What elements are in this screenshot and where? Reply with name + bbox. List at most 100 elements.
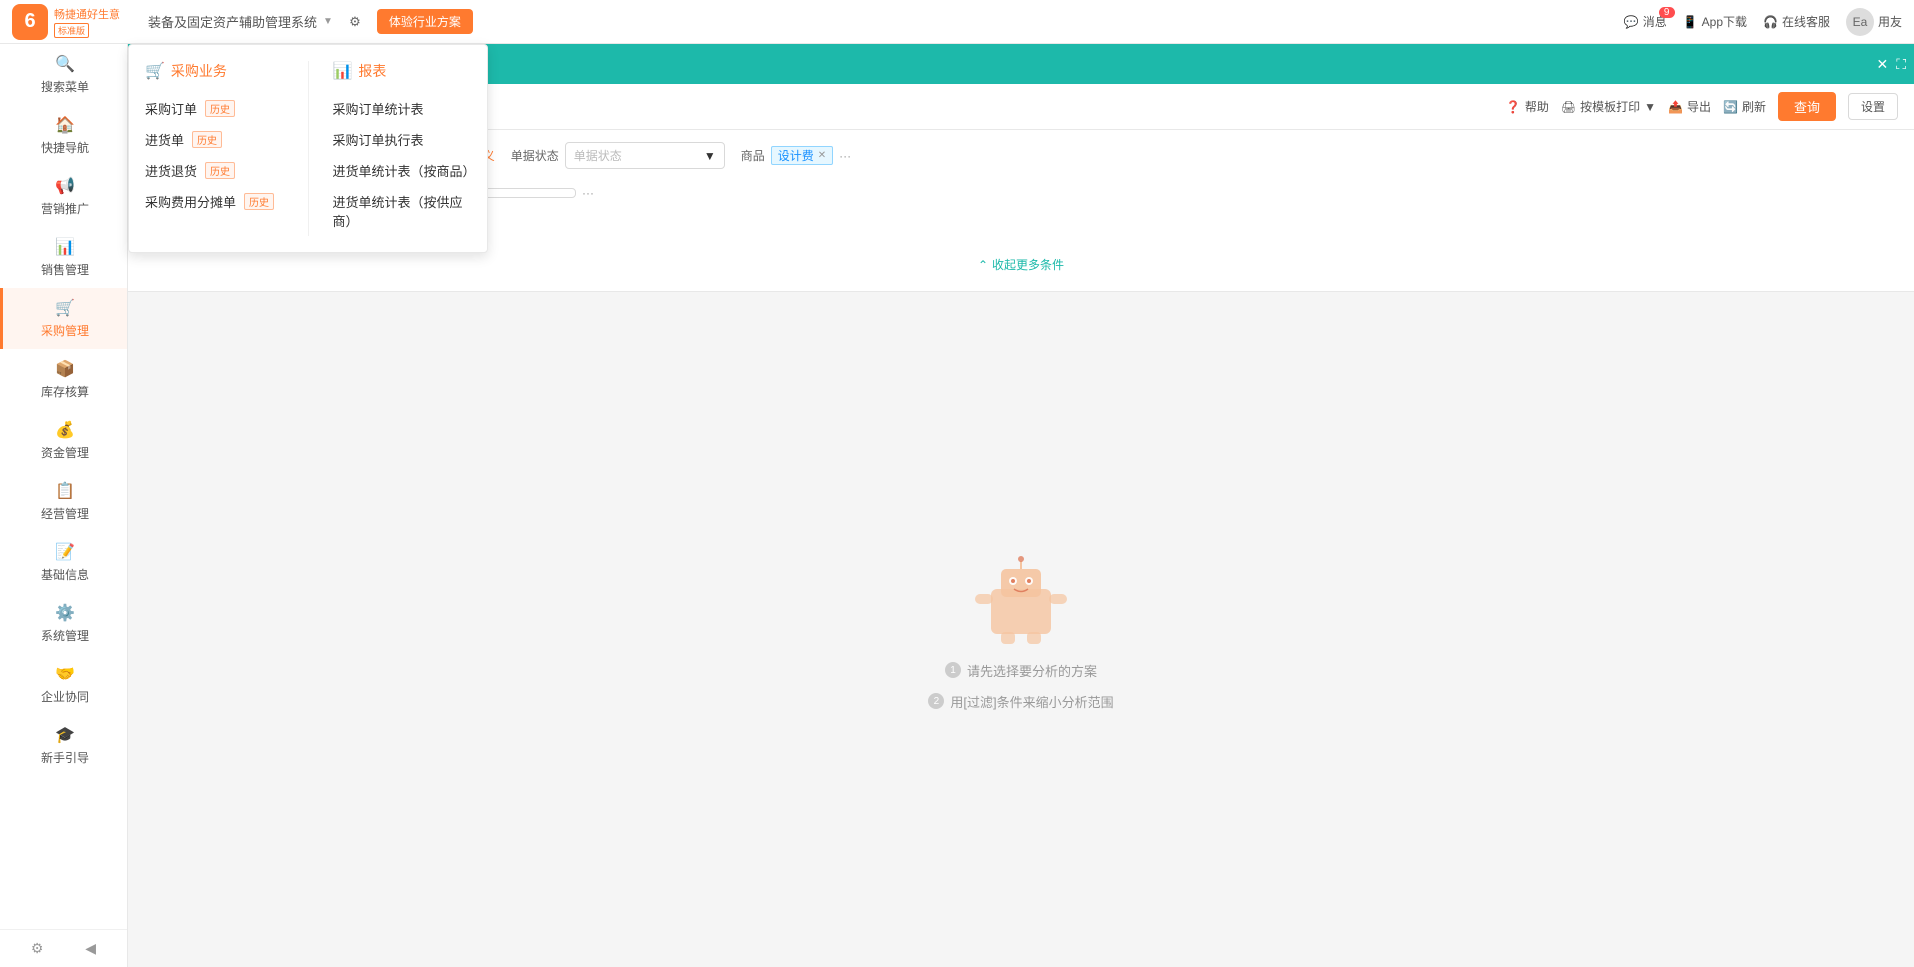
goods-return-history: 历史 — [205, 162, 235, 179]
sidebar-settings-btn[interactable]: ⚙ — [31, 940, 44, 957]
sidebar-item-search[interactable]: 🔍 搜索菜单 — [0, 44, 127, 105]
goods-tag-close[interactable]: ✕ — [818, 150, 826, 161]
logo-icon: 6 — [12, 4, 48, 40]
logo-text-area: 畅捷通好生意 标准版 — [54, 6, 120, 38]
sidebar-item-operation[interactable]: 📋 经营管理 — [0, 471, 127, 532]
top-bar: 6 畅捷通好生意 标准版 装备及固定资产辅助管理系统 ▼ ⚙ 体验行业方案 💬 … — [0, 0, 1914, 44]
filter-doc-status: 单据状态 单据状态 ▼ — [511, 142, 725, 169]
sidebar-item-purchase[interactable]: 🛒 采购管理 — [0, 288, 127, 349]
hint2-icon: 2 — [928, 693, 944, 709]
menu-item-purchase-order-stats[interactable]: 采购订单统计表 — [333, 93, 472, 124]
salesperson-more-btn[interactable]: ··· — [582, 186, 594, 200]
help-btn[interactable]: ❓ 帮助 — [1506, 98, 1549, 115]
sidebar-item-capital[interactable]: 💰 资金管理 — [0, 410, 127, 471]
print-btn[interactable]: 🖨 按模板打印 ▼ — [1561, 98, 1656, 115]
report-title-icon: 📊 — [333, 61, 353, 81]
sidebar-label-marketing: 营销推广 — [41, 200, 89, 217]
sidebar-label-basic-info: 基础信息 — [41, 566, 89, 583]
sidebar-item-newbie[interactable]: 🎓 新手引导 — [0, 715, 127, 776]
hint1-text: 请先选择要分析的方案 — [967, 661, 1097, 680]
purchase-dropdown-menu: 🛒 采购业务 采购订单 历史 进货单 历史 进货退货 历史 — [128, 44, 488, 253]
menu-item-goods-in-stats-goods[interactable]: 进货单统计表（按商品） — [333, 155, 472, 186]
menu-item-purchase-order[interactable]: 采购订单 历史 — [145, 93, 284, 124]
sidebar-item-sales[interactable]: 📊 销售管理 — [0, 227, 127, 288]
system-icon: ⚙️ — [55, 603, 75, 623]
help-icon: ❓ — [1506, 100, 1521, 114]
sidebar-collapse-btn[interactable]: ◀ — [85, 940, 96, 957]
export-icon: 📤 — [1668, 100, 1683, 114]
print-dropdown-icon[interactable]: ▼ — [1644, 100, 1656, 114]
app-container: 6 畅捷通好生意 标准版 装备及固定资产辅助管理系统 ▼ ⚙ 体验行业方案 💬 … — [0, 0, 1914, 967]
sidebar-item-system[interactable]: ⚙️ 系统管理 — [0, 593, 127, 654]
sidebar-label-system: 系统管理 — [41, 627, 89, 644]
user-btn[interactable]: Ea 用友 — [1846, 8, 1902, 36]
message-icon: 💬 — [1624, 15, 1639, 29]
system-settings-btn[interactable]: ⚙ — [341, 8, 369, 36]
purchase-icon: 🛒 — [55, 298, 75, 318]
refresh-label: 刷新 — [1742, 98, 1766, 115]
menu-item-goods-in[interactable]: 进货单 历史 — [145, 124, 284, 155]
system-title: 装备及固定资产辅助管理系统 ▼ — [148, 12, 333, 31]
hint1-icon: 1 — [945, 662, 961, 678]
sidebar-label-capital: 资金管理 — [41, 444, 89, 461]
app-download-label: App下载 — [1702, 13, 1747, 30]
logo-area: 6 畅捷通好生意 标准版 — [12, 4, 140, 40]
top-bar-right: 💬 消息 9 📱 App下载 🎧 在线客服 Ea 用友 — [1624, 8, 1902, 36]
tab-maximize-btn[interactable]: ⛶ — [1896, 56, 1906, 73]
hint2-text: 用[过滤]条件来缩小分析范围 — [950, 692, 1113, 711]
menu-item-goods-in-stats-supplier[interactable]: 进货单统计表（按供应商） — [333, 186, 472, 236]
refresh-btn[interactable]: 🔄 刷新 — [1723, 98, 1766, 115]
print-label: 按模板打印 — [1580, 98, 1640, 115]
goods-label: 商品 — [741, 147, 765, 164]
goods-in-history: 历史 — [192, 131, 222, 148]
phone-icon: 📱 — [1683, 15, 1698, 29]
sidebar-item-enterprise[interactable]: 🤝 企业协同 — [0, 654, 127, 715]
avatar-text: Ea — [1853, 15, 1868, 29]
user-label: 用友 — [1878, 13, 1902, 30]
refresh-icon: 🔄 — [1723, 100, 1738, 114]
logo-line1: 畅捷通好生意 — [54, 6, 120, 22]
collapse-btn[interactable]: ⌃ 收起更多条件 — [144, 250, 1898, 279]
message-btn[interactable]: 💬 消息 9 — [1624, 13, 1667, 30]
sidebar-label-inventory: 库存核算 — [41, 383, 89, 400]
online-service-btn[interactable]: 🎧 在线客服 — [1763, 13, 1830, 30]
sidebar-label-operation: 经营管理 — [41, 505, 89, 522]
print-icon: 🖨 — [1561, 100, 1576, 114]
sidebar-label-quick-nav: 快捷导航 — [41, 139, 89, 156]
title-dropdown-arrow[interactable]: ▼ — [323, 16, 333, 27]
empty-hint2: 2 用[过滤]条件来缩小分析范围 — [928, 692, 1113, 711]
menu-divider — [308, 61, 309, 236]
purchase-order-history: 历史 — [205, 100, 235, 117]
menu-item-purchase-order-exec[interactable]: 采购订单执行表 — [333, 124, 472, 155]
goods-tag: 设计费 ✕ — [771, 146, 833, 165]
menu-item-purchase-expense[interactable]: 采购费用分摊单 历史 — [145, 186, 284, 217]
sidebar-item-marketing[interactable]: 📢 营销推广 — [0, 166, 127, 227]
export-label: 导出 — [1687, 98, 1711, 115]
menu-item-goods-return[interactable]: 进货退货 历史 — [145, 155, 284, 186]
industry-btn[interactable]: 体验行业方案 — [377, 9, 473, 34]
help-label: 帮助 — [1525, 98, 1549, 115]
app-download-btn[interactable]: 📱 App下载 — [1683, 13, 1747, 30]
sidebar-item-quick-nav[interactable]: 🏠 快捷导航 — [0, 105, 127, 166]
goods-more-btn[interactable]: ··· — [839, 149, 851, 163]
goods-return-label: 进货退货 — [145, 161, 197, 180]
sidebar-item-basic-info[interactable]: 📝 基础信息 — [0, 532, 127, 593]
settings-btn-toolbar[interactable]: 设置 — [1848, 93, 1898, 120]
purchase-business-column: 🛒 采购业务 采购订单 历史 进货单 历史 进货退货 历史 — [145, 61, 284, 236]
export-btn[interactable]: 📤 导出 — [1668, 98, 1711, 115]
tab-close-window-btn[interactable]: ✕ — [1876, 56, 1888, 73]
headset-icon: 🎧 — [1763, 15, 1778, 29]
enterprise-icon: 🤝 — [55, 664, 75, 684]
purchase-expense-history: 历史 — [244, 193, 274, 210]
marketing-icon: 📢 — [55, 176, 75, 196]
empty-state: 1 请先选择要分析的方案 2 用[过滤]条件来缩小分析范围 — [128, 292, 1914, 967]
sidebar-label-purchase: 采购管理 — [41, 322, 89, 339]
sidebar-item-inventory[interactable]: 📦 库存核算 — [0, 349, 127, 410]
query-btn[interactable]: 查询 — [1778, 92, 1836, 121]
doc-status-select[interactable]: 单据状态 ▼ — [565, 142, 725, 169]
sidebar-label-newbie: 新手引导 — [41, 749, 89, 766]
sidebar-bottom: ⚙ ◀ — [0, 929, 127, 967]
filter-goods: 商品 设计费 ✕ ··· — [741, 146, 851, 165]
purchase-order-label: 采购订单 — [145, 99, 197, 118]
goods-in-stats-supplier-label: 进货单统计表（按供应商） — [333, 192, 472, 230]
